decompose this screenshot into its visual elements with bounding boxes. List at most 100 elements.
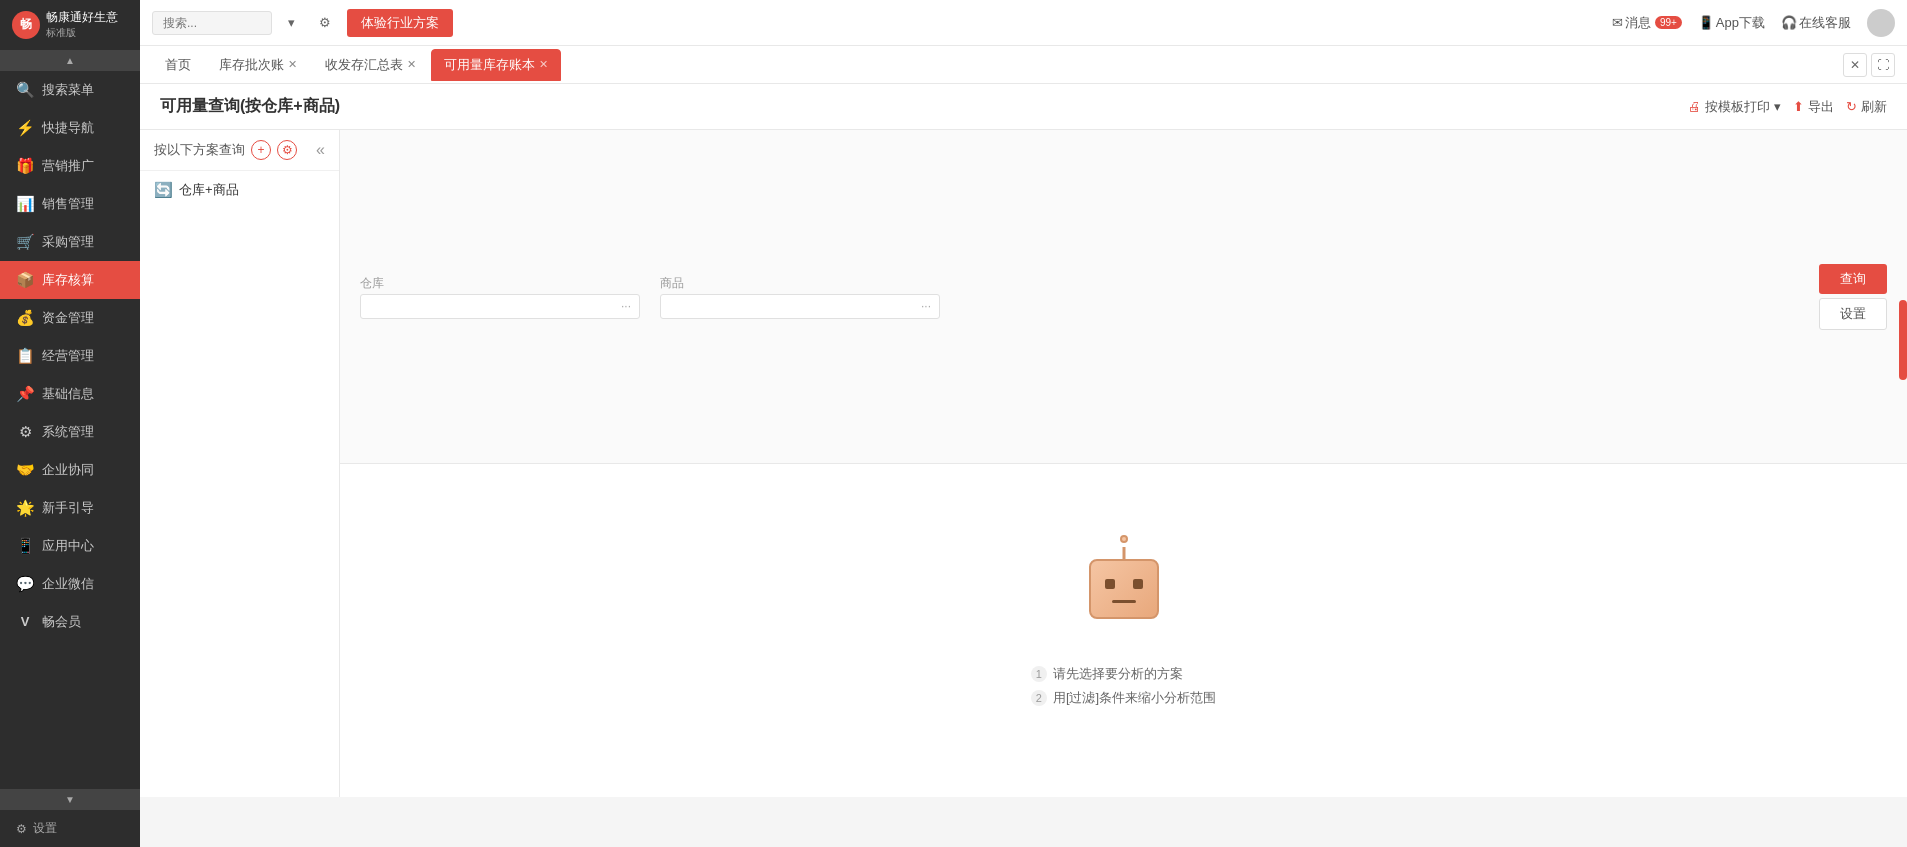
sidebar-item-label: 快捷导航 [42,119,94,137]
marketing-icon: 🎁 [16,157,34,175]
topbar-settings-btn[interactable]: ⚙ [311,11,339,34]
sidebar-item-label: 新手引导 [42,499,94,517]
print-dropdown-icon[interactable]: ▾ [1774,99,1781,114]
sidebar-item-sales[interactable]: 📊 销售管理 [0,185,140,223]
sidebar-item-collab[interactable]: 🤝 企业协同 [0,451,140,489]
sidebar-item-base-info[interactable]: 📌 基础信息 [0,375,140,413]
tab-label: 可用量库存账本 [444,56,535,74]
scheme-item-icon: 🔄 [154,181,173,199]
topbar-search-input[interactable] [152,11,272,35]
sidebar-item-label: 应用中心 [42,537,94,555]
tab-maximize-btn[interactable]: ⛶ [1871,53,1895,77]
scheme-panel-label: 按以下方案查询 [154,141,245,159]
tab-close-btn[interactable]: ✕ [288,58,297,71]
sidebar-item-quicknav[interactable]: ⚡ 快捷导航 [0,109,140,147]
sidebar-scroll-down[interactable]: ▼ [0,789,140,809]
app-logo: 畅 畅康通好生意 标准版 [0,0,140,51]
sidebar-item-label: 畅会员 [42,613,81,631]
hint-num-2: 2 [1031,690,1047,706]
tab-inout-summary[interactable]: 收发存汇总表 ✕ [312,49,429,81]
sidebar-scroll-up[interactable]: ▲ [0,51,140,71]
industry-solution-button[interactable]: 体验行业方案 [347,9,453,37]
sidebar-item-label: 基础信息 [42,385,94,403]
print-label: 按模板打印 [1705,98,1770,116]
add-scheme-btn[interactable]: + [251,140,271,160]
sidebar-item-operations[interactable]: 📋 经营管理 [0,337,140,375]
print-icon: 🖨 [1688,99,1701,114]
tab-home[interactable]: 首页 [152,49,204,81]
user-avatar[interactable] [1867,9,1895,37]
app-name: 畅康通好生意 [46,10,118,26]
wechat-icon: 💬 [16,575,34,593]
app-download-area[interactable]: 📱 App下载 [1698,14,1765,32]
operations-icon: 📋 [16,347,34,365]
column-settings-button[interactable]: 设置 [1819,298,1887,330]
sidebar-item-appcenter[interactable]: 📱 应用中心 [0,527,140,565]
product-more-btn[interactable]: ··· [921,299,931,313]
topbar-dropdown-btn[interactable]: ▾ [280,11,303,34]
main-area: ▾ ⚙ 体验行业方案 ✉ 消息 99+ 📱 App下载 🎧 在线客服 首页 [140,0,1907,847]
app-download-label: App下载 [1716,14,1765,32]
collab-icon: 🤝 [16,461,34,479]
tab-inventory-batch[interactable]: 库存批次账 ✕ [206,49,310,81]
warehouse-filter-label: 仓库 [360,275,640,292]
topbar: ▾ ⚙ 体验行业方案 ✉ 消息 99+ 📱 App下载 🎧 在线客服 [140,0,1907,46]
sidebar-item-membership[interactable]: V 畅会员 [0,603,140,641]
topbar-right: ✉ 消息 99+ 📱 App下载 🎧 在线客服 [1612,9,1895,37]
scheme-collapse-btn[interactable]: « [316,141,325,159]
hint-text-1: 请先选择要分析的方案 [1053,665,1183,683]
query-btns-area: 查询 设置 [1819,264,1887,330]
export-label: 导出 [1808,98,1834,116]
sidebar-item-label: 营销推广 [42,157,94,175]
tab-close-all-btn[interactable]: ✕ [1843,53,1867,77]
online-service-area[interactable]: 🎧 在线客服 [1781,14,1851,32]
export-btn[interactable]: ⬆ 导出 [1793,98,1834,116]
sidebar-item-search[interactable]: 🔍 搜索菜单 [0,71,140,109]
message-area[interactable]: ✉ 消息 99+ [1612,14,1682,32]
refresh-icon: ↻ [1846,99,1857,114]
sidebar-item-marketing[interactable]: 🎁 营销推广 [0,147,140,185]
tab-close-btn[interactable]: ✕ [407,58,416,71]
warehouse-filter-input[interactable] [369,299,617,314]
tab-available-qty[interactable]: 可用量库存账本 ✕ [431,49,561,81]
sidebar-item-wechat[interactable]: 💬 企业微信 [0,565,140,603]
page-header: 可用量查询(按仓库+商品) 🖨 按模板打印 ▾ ⬆ 导出 ↻ 刷新 [140,84,1907,130]
filter-result-area: 仓库 ··· 商品 ··· [340,130,1907,797]
sidebar-item-inventory[interactable]: 📦 库存核算 [0,261,140,299]
right-scrollbar[interactable] [1899,300,1907,380]
refresh-btn[interactable]: ↻ 刷新 [1846,98,1887,116]
empty-robot-icon [1074,549,1174,649]
sidebar-item-finance[interactable]: 💰 资金管理 [0,299,140,337]
sidebar-item-system[interactable]: ⚙ 系统管理 [0,413,140,451]
sidebar-item-guide[interactable]: 🌟 新手引导 [0,489,140,527]
query-button[interactable]: 查询 [1819,264,1887,294]
filter-area: 仓库 ··· 商品 ··· [340,130,1907,464]
appcenter-icon: 📱 [16,537,34,555]
export-icon: ⬆ [1793,99,1804,114]
page-title: 可用量查询(按仓库+商品) [160,96,340,117]
scheme-settings-btn[interactable]: ⚙ [277,140,297,160]
tab-label: 库存批次账 [219,56,284,74]
scheme-item-warehouse-product[interactable]: 🔄 仓库+商品 [140,171,339,209]
sales-icon: 📊 [16,195,34,213]
warehouse-filter-group: 仓库 ··· [360,275,640,319]
tab-label: 收发存汇总表 [325,56,403,74]
warehouse-more-btn[interactable]: ··· [621,299,631,313]
product-filter-label: 商品 [660,275,940,292]
message-badge: 99+ [1655,16,1682,29]
purchase-icon: 🛒 [16,233,34,251]
warehouse-filter-input-wrap: ··· [360,294,640,319]
product-filter-input[interactable] [669,299,917,314]
sidebar-item-label: 企业微信 [42,575,94,593]
page-header-actions: 🖨 按模板打印 ▾ ⬆ 导出 ↻ 刷新 [1688,98,1887,116]
print-btn[interactable]: 🖨 按模板打印 ▾ [1688,98,1781,116]
sidebar-item-purchase[interactable]: 🛒 采购管理 [0,223,140,261]
guide-icon: 🌟 [16,499,34,517]
tab-close-btn[interactable]: ✕ [539,58,548,71]
content-area: 按以下方案查询 + ⚙ « 🔄 仓库+商品 仓库 [140,130,1907,797]
product-filter-input-wrap: ··· [660,294,940,319]
app-version: 标准版 [46,26,118,40]
phone-icon: 📱 [1698,15,1714,30]
settings-bottom-label: 设置 [33,820,57,837]
sidebar-item-label: 经营管理 [42,347,94,365]
